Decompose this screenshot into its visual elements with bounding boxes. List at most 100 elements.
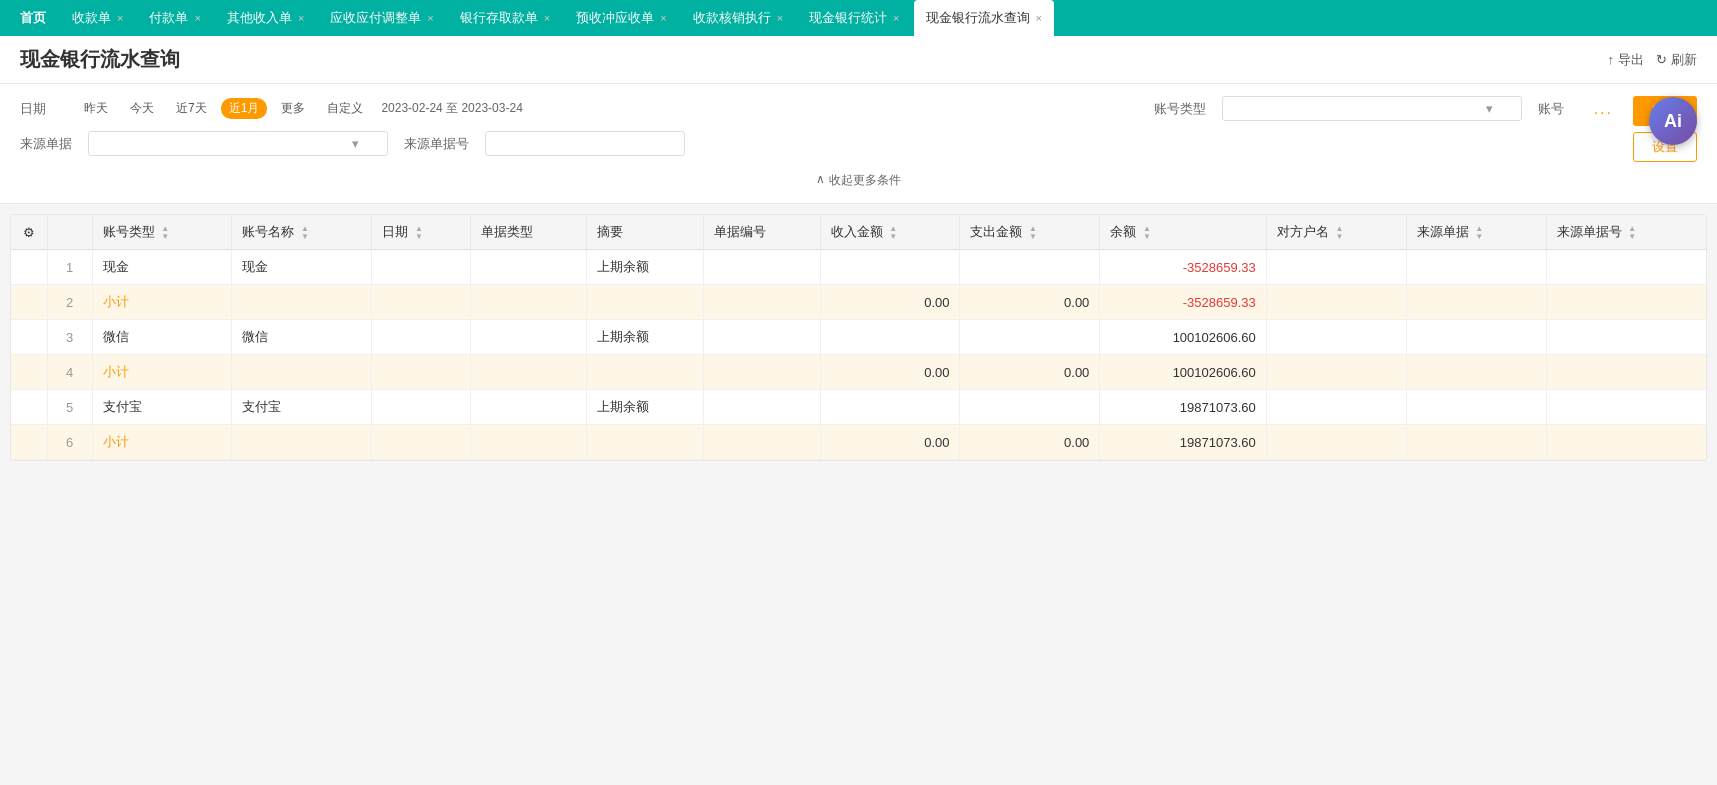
column-source-doc-no[interactable]: 来源单据号 ▲▼ [1546,215,1706,250]
date-label: 日期 [20,100,60,118]
table-cell [1546,355,1706,390]
export-button[interactable]: ↑ 导出 [1608,51,1645,69]
table-cell: 0.00 [960,285,1100,320]
nav-tab-prepay-offset-close[interactable]: × [660,12,666,24]
filter-area: 日期 昨天 今天 近7天 近1月 更多 自定义 2023-02-24 至 202… [0,84,1717,204]
nav-tab-cash-bank-flow[interactable]: 现金银行流水查询 × [914,0,1054,36]
table-cell: 支付宝 [232,390,372,425]
nav-tab-cash-bank-stat[interactable]: 现金银行统计 × [797,0,911,36]
nav-tab-home-label: 首页 [20,9,46,27]
column-counterparty[interactable]: 对方户名 ▲▼ [1266,215,1406,250]
nav-tab-receipt-verify[interactable]: 收款核销执行 × [681,0,795,36]
table-cell [372,320,470,355]
collapse-more-button[interactable]: ∧ 收起更多条件 [20,166,1697,191]
table-cell: 6 [47,425,92,460]
table-cell [703,250,820,285]
table-cell [1266,320,1406,355]
date-opt-yesterday[interactable]: 昨天 [76,98,116,119]
column-account-type[interactable]: 账号类型 ▲▼ [92,215,232,250]
column-account-name[interactable]: 账号名称 ▲▼ [232,215,372,250]
nav-tab-home[interactable]: 首页 [8,0,58,36]
nav-tab-payment-close[interactable]: × [194,12,200,24]
date-opt-today[interactable]: 今天 [122,98,162,119]
table-cell: 0.00 [960,425,1100,460]
table-header-row: ⚙ 账号类型 ▲▼ 账号名称 ▲▼ 日期 ▲▼ 单据类型 摘 [11,215,1706,250]
nav-tab-receipt[interactable]: 收款单 × [60,0,135,36]
source-doc-label: 来源单据 [20,135,72,153]
date-opt-custom[interactable]: 自定义 [319,98,371,119]
table-cell: 4 [47,355,92,390]
column-doc-no: 单据编号 [703,215,820,250]
nav-tab-cash-bank-flow-close[interactable]: × [1036,12,1042,24]
table-cell: -3528659.33 [1100,250,1266,285]
date-opt-7days[interactable]: 近7天 [168,98,215,119]
table-cell: 2 [47,285,92,320]
table-cell [1546,390,1706,425]
date-range: 2023-02-24 至 2023-03-24 [381,100,522,117]
nav-tab-receipt-close[interactable]: × [117,12,123,24]
source-doc-no-input[interactable] [485,131,685,156]
nav-tab-receipt-verify-close[interactable]: × [777,12,783,24]
table-cell: 上期余额 [587,250,704,285]
table-row: 4小计0.000.00100102606.60 [11,355,1706,390]
nav-tab-payment[interactable]: 付款单 × [137,0,212,36]
refresh-button[interactable]: ↻ 刷新 [1656,51,1697,69]
table-cell [960,320,1100,355]
column-income[interactable]: 收入金额 ▲▼ [820,215,960,250]
data-table: ⚙ 账号类型 ▲▼ 账号名称 ▲▼ 日期 ▲▼ 单据类型 摘 [11,215,1706,460]
ai-badge-label: Ai [1664,111,1682,132]
table-cell [960,250,1100,285]
table-cell [470,390,587,425]
account-type-select[interactable]: ▾ [1222,96,1522,121]
table-cell [1406,390,1546,425]
nav-tab-cash-bank-stat-label: 现金银行统计 [809,9,887,27]
column-source-doc[interactable]: 来源单据 ▲▼ [1406,215,1546,250]
table-cell [470,250,587,285]
table-cell: 100102606.60 [1100,320,1266,355]
table-cell [1546,250,1706,285]
table-cell: 0.00 [820,285,960,320]
date-opt-1month[interactable]: 近1月 [221,98,268,119]
account-dots[interactable]: ... [1594,100,1613,118]
column-gear[interactable]: ⚙ [11,215,47,250]
nav-tab-cash-bank-stat-close[interactable]: × [893,12,899,24]
table-cell: 0.00 [960,355,1100,390]
sort-arrows-source-doc-no: ▲▼ [1628,225,1636,241]
nav-tab-receipt-label: 收款单 [72,9,111,27]
date-opt-more[interactable]: 更多 [273,98,313,119]
column-expense[interactable]: 支出金额 ▲▼ [960,215,1100,250]
table-cell [232,355,372,390]
refresh-label: 刷新 [1671,51,1697,69]
column-counterparty-label: 对方户名 [1277,224,1329,239]
account-label: 账号 [1538,100,1578,118]
table-cell [11,355,47,390]
table-cell [960,390,1100,425]
header-actions: ↑ 导出 ↻ 刷新 [1608,51,1698,69]
nav-tab-prepay-offset[interactable]: 预收冲应收单 × [564,0,678,36]
column-account-type-label: 账号类型 [103,224,155,239]
nav-tab-ar-ap-adjust-close[interactable]: × [427,12,433,24]
column-date[interactable]: 日期 ▲▼ [372,215,470,250]
nav-tab-ar-ap-adjust[interactable]: 应收应付调整单 × [318,0,445,36]
table-cell [820,320,960,355]
table-cell [1406,285,1546,320]
nav-tab-bank-deposit-close[interactable]: × [544,12,550,24]
table-cell [372,355,470,390]
nav-tab-other-income[interactable]: 其他收入单 × [215,0,316,36]
table-container: ⚙ 账号类型 ▲▼ 账号名称 ▲▼ 日期 ▲▼ 单据类型 摘 [10,214,1707,461]
ai-badge[interactable]: Ai [1649,97,1697,145]
nav-tab-bank-deposit[interactable]: 银行存取款单 × [448,0,562,36]
column-summary: 摘要 [587,215,704,250]
table-cell [372,250,470,285]
nav-tab-cash-bank-flow-label: 现金银行流水查询 [926,9,1030,27]
nav-tab-other-income-close[interactable]: × [298,12,304,24]
table-cell [232,285,372,320]
column-doc-type-label: 单据类型 [481,224,533,239]
source-doc-select[interactable]: ▾ [88,131,388,156]
page-header: 现金银行流水查询 ↑ 导出 ↻ 刷新 [0,36,1717,84]
table-cell: 5 [47,390,92,425]
table-cell [372,285,470,320]
column-balance[interactable]: 余额 ▲▼ [1100,215,1266,250]
filter-row-date: 日期 昨天 今天 近7天 近1月 更多 自定义 2023-02-24 至 202… [20,96,1613,121]
table-cell: 1 [47,250,92,285]
